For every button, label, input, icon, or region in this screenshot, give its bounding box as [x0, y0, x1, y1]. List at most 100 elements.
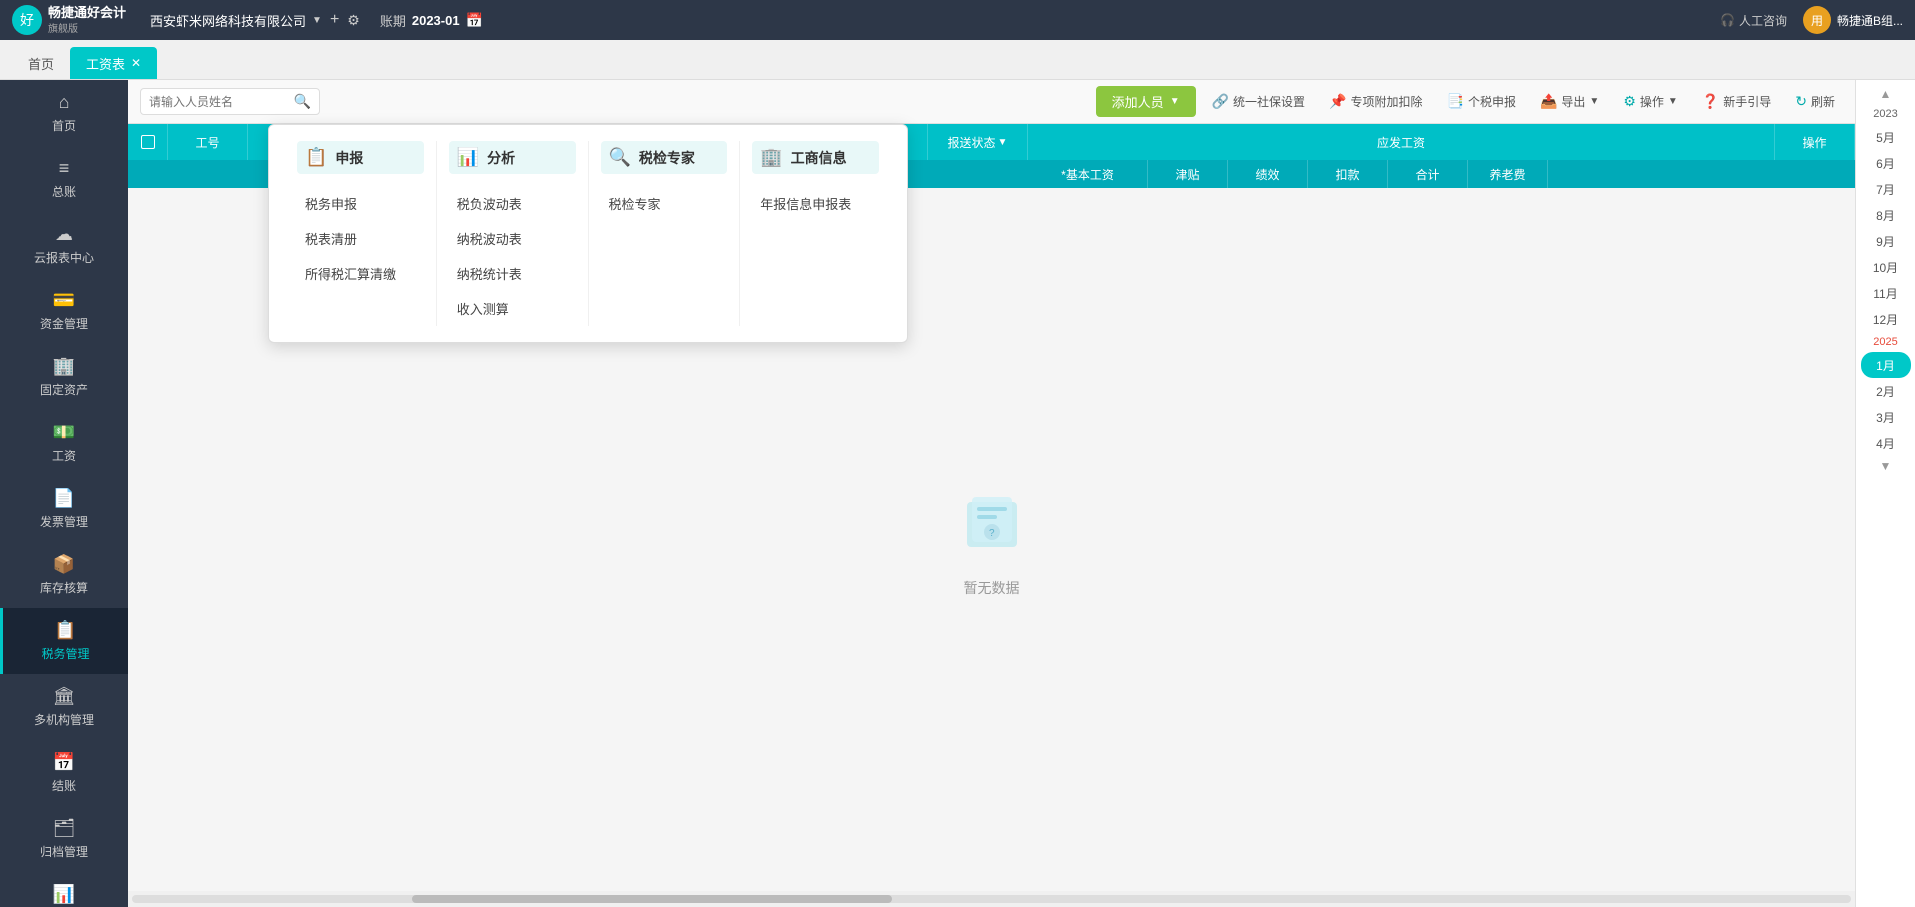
cal-month-12[interactable]: 12月 [1861, 306, 1911, 332]
tab-home[interactable]: 首页 [12, 47, 70, 79]
top-bar-left: 好 畅捷通好会计 旗舰版 西安虾米网络科技有限公司 ▼ + ⚙ 账期 2023-… [12, 5, 483, 36]
multi-icon: 🏛 [53, 686, 76, 707]
sidebar-item-close[interactable]: 📅 结账 [0, 740, 128, 806]
tab-bar: 首页 工资表 ✕ [0, 40, 1915, 80]
operate-dropdown-icon: ▼ [1668, 96, 1678, 107]
user-area: 用 畅捷通B组... [1803, 6, 1903, 34]
user-name: 畅捷通B组... [1837, 12, 1903, 29]
operate-icon: ⚙ [1623, 93, 1636, 110]
tax-declare-button[interactable]: 📑 个税申报 [1439, 89, 1524, 114]
social-label: 统一社保设置 [1233, 93, 1305, 110]
menu-item-income-tax[interactable]: 所得税汇算清缴 [297, 256, 424, 291]
report-filter-icon[interactable]: ▼ [998, 137, 1008, 148]
fund-icon: 💳 [53, 290, 75, 311]
cal-month-2[interactable]: 2月 [1861, 378, 1911, 404]
special-icon: 📌 [1329, 93, 1346, 110]
special-deduction-button[interactable]: 📌 专项附加扣除 [1321, 89, 1430, 114]
tab-home-label: 首页 [28, 54, 54, 73]
sidebar-item-xiaochang[interactable]: 📊 小畅报销 [0, 872, 128, 907]
menu-item-tax-form[interactable]: 税表清册 [297, 221, 424, 256]
declare-col-icon: 📋 [305, 147, 327, 168]
cal-month-8[interactable]: 8月 [1861, 202, 1911, 228]
guide-new-label: 新手引导 [1723, 93, 1771, 110]
cal-month-9[interactable]: 9月 [1861, 228, 1911, 254]
cal-month-1[interactable]: 1月 [1861, 352, 1911, 378]
add-person-dropdown-icon[interactable]: ▼ [1170, 96, 1180, 107]
sidebar: ⌂ 首页 ≡ 总账 ☁ 云报表中心 💳 资金管理 🏢 固定资产 💵 工资 📄 发… [0, 80, 128, 907]
menu-item-annual-report[interactable]: 年报信息申报表 [752, 186, 879, 221]
service-label: 人工咨询 [1739, 12, 1787, 29]
cal-month-7[interactable]: 7月 [1861, 176, 1911, 202]
sidebar-label-home: 首页 [52, 117, 76, 134]
search-input-wrap[interactable]: 🔍 [140, 88, 320, 115]
ledger-icon: ≡ [59, 158, 70, 179]
search-icon[interactable]: 🔍 [294, 93, 311, 110]
sidebar-item-cloud[interactable]: ☁ 云报表中心 [0, 212, 128, 278]
sidebar-item-invoice[interactable]: 📄 发票管理 [0, 476, 128, 542]
header-checkbox[interactable] [141, 135, 155, 149]
cal-month-6[interactable]: 6月 [1861, 150, 1911, 176]
menu-item-income-calc[interactable]: 收入测算 [449, 291, 576, 326]
cal-month-11[interactable]: 11月 [1861, 280, 1911, 306]
operate-button[interactable]: ⚙ 操作 ▼ [1615, 89, 1685, 114]
top-bar: 好 畅捷通好会计 旗舰版 西安虾米网络科技有限公司 ▼ + ⚙ 账期 2023-… [0, 0, 1915, 40]
social-icon: 🔗 [1212, 93, 1229, 110]
cal-year-2024: 2025 [1873, 336, 1897, 348]
add-person-button[interactable]: 添加人员 ▼ [1096, 86, 1196, 117]
close-period-icon: 📅 [53, 752, 75, 773]
guide-new-button[interactable]: ❓ 新手引导 [1694, 89, 1779, 114]
sidebar-label-salary: 工资 [52, 447, 76, 464]
th-perf: 绩效 [1228, 160, 1308, 188]
company-dropdown-icon[interactable]: ▼ [312, 15, 322, 26]
menu-item-tax-stats[interactable]: 纳税统计表 [449, 256, 576, 291]
sidebar-item-multi[interactable]: 🏛 多机构管理 [0, 674, 128, 740]
inventory-icon: 📦 [53, 554, 75, 575]
sidebar-item-asset[interactable]: 🏢 固定资产 [0, 344, 128, 410]
cal-month-10[interactable]: 10月 [1861, 254, 1911, 280]
menu-item-tax-burden[interactable]: 税负波动表 [449, 186, 576, 221]
cal-nav-down[interactable]: ▼ [1876, 456, 1896, 476]
sidebar-item-tax[interactable]: 📋 税务管理 [0, 608, 128, 674]
scroll-thumb[interactable] [412, 895, 892, 903]
company-selector[interactable]: 西安虾米网络科技有限公司 ▼ [150, 11, 322, 30]
tab-close-icon[interactable]: ✕ [131, 56, 141, 70]
popup-col-biz: 🏢 工商信息 年报信息申报表 [740, 141, 891, 326]
horizontal-scrollbar[interactable] [128, 891, 1855, 907]
menu-item-tax-wave[interactable]: 纳税波动表 [449, 221, 576, 256]
sidebar-item-salary[interactable]: 💵 工资 [0, 410, 128, 476]
th-checkbox[interactable] [128, 124, 168, 160]
cal-month-4[interactable]: 4月 [1861, 430, 1911, 456]
settings-icon[interactable]: ⚙ [347, 12, 360, 29]
cal-nav-up[interactable]: ▲ [1876, 84, 1896, 104]
headset-icon: 🎧 [1720, 13, 1735, 27]
declare-col-title: 申报 [335, 148, 363, 168]
sidebar-item-fund[interactable]: 💳 资金管理 [0, 278, 128, 344]
export-button[interactable]: 📤 导出 ▼ [1532, 89, 1607, 114]
service-button[interactable]: 🎧 人工咨询 [1720, 12, 1787, 29]
menu-item-tax-declare[interactable]: 税务申报 [297, 186, 424, 221]
logo-sub: 旗舰版 [48, 20, 126, 35]
sidebar-item-home[interactable]: ⌂ 首页 [0, 80, 128, 146]
th-report[interactable]: 报送状态 ▼ [928, 124, 1028, 160]
search-input[interactable] [149, 95, 288, 109]
sidebar-item-inventory[interactable]: 📦 库存核算 [0, 542, 128, 608]
tab-salary[interactable]: 工资表 ✕ [70, 47, 157, 79]
sidebar-item-archive[interactable]: 🗂 归档管理 [0, 806, 128, 872]
cal-month-3[interactable]: 3月 [1861, 404, 1911, 430]
tax-declare-icon: 📑 [1447, 93, 1464, 110]
archive-icon: 🗂 [53, 818, 76, 839]
tax-icon: 📋 [54, 620, 76, 641]
menu-item-tax-expert[interactable]: 税检专家 [601, 186, 728, 221]
refresh-button[interactable]: ↻ 刷新 [1787, 89, 1843, 114]
social-security-button[interactable]: 🔗 统一社保设置 [1204, 89, 1313, 114]
th-wage-group: 应发工资 [1028, 124, 1775, 160]
th-num: 工号 [168, 124, 248, 160]
calendar-icon[interactable]: 📅 [466, 12, 483, 29]
sidebar-item-ledger[interactable]: ≡ 总账 [0, 146, 128, 212]
cal-month-5[interactable]: 5月 [1861, 124, 1911, 150]
main-layout: ⌂ 首页 ≡ 总账 ☁ 云报表中心 💳 资金管理 🏢 固定资产 💵 工资 📄 发… [0, 80, 1915, 907]
biz-col-title: 工商信息 [791, 148, 847, 168]
logo-text: 畅捷通好会计 [48, 5, 126, 21]
add-company-button[interactable]: + [330, 11, 339, 29]
period-label: 账期 [380, 11, 406, 30]
